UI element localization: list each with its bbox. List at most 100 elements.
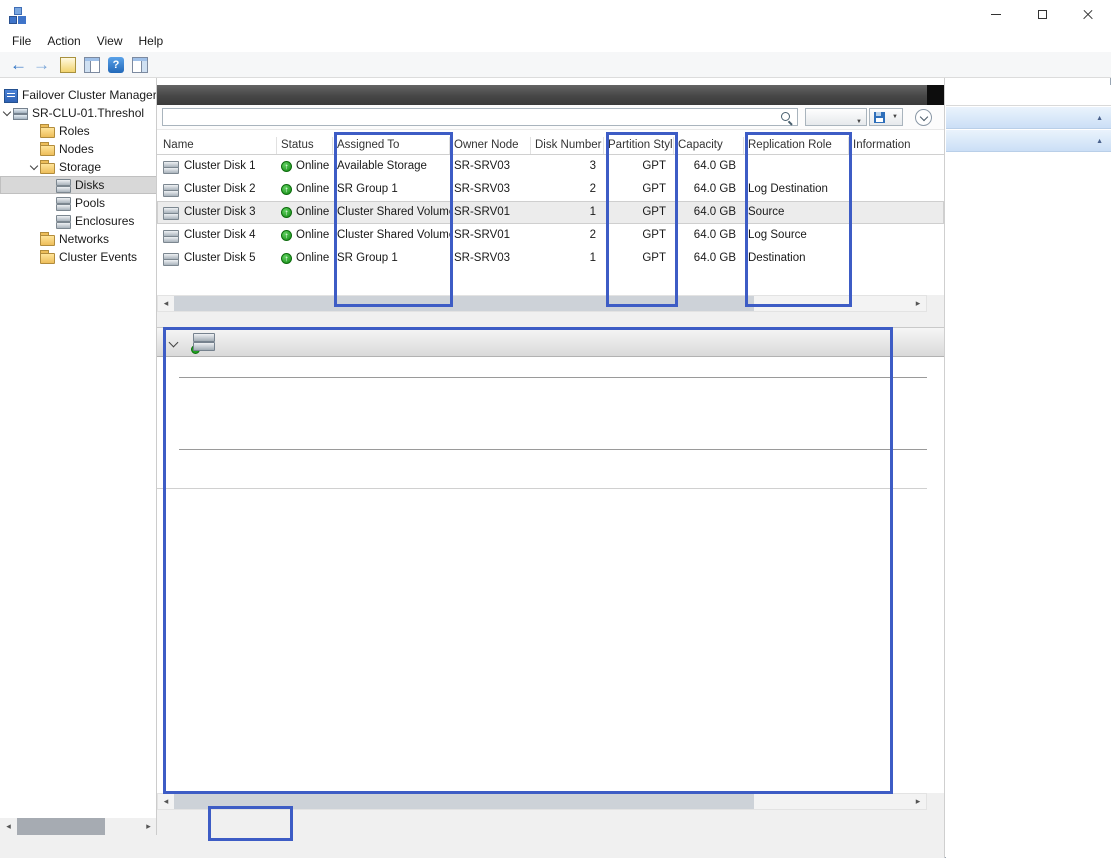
collapse-section-icon[interactable]: ▲ bbox=[1096, 107, 1103, 130]
column-header[interactable]: Information bbox=[849, 137, 941, 154]
tree-item[interactable]: Enclosures bbox=[0, 212, 156, 230]
disks-table-header[interactable]: Name Status Assigned To Owner Node Disk Numb… bbox=[157, 137, 944, 155]
scrollbar-thumb[interactable] bbox=[174, 296, 754, 311]
cell-assigned-to: Cluster Shared Volume bbox=[337, 206, 450, 218]
minimize-button[interactable] bbox=[973, 0, 1019, 29]
column-header[interactable]: Name bbox=[157, 137, 277, 154]
pane-title-corner bbox=[927, 85, 944, 105]
tree-expand-chevron-icon[interactable] bbox=[3, 108, 13, 118]
help-icon[interactable]: ? bbox=[108, 57, 124, 73]
scroll-right-icon[interactable]: ▸ bbox=[910, 296, 926, 311]
app-icon bbox=[9, 7, 25, 24]
detail-table-header[interactable] bbox=[157, 471, 927, 489]
tree-horizontal-scrollbar[interactable]: ◂ ▸ bbox=[0, 818, 156, 835]
cell-replication-role: Destination bbox=[748, 252, 806, 264]
scroll-left-icon[interactable]: ◂ bbox=[158, 794, 174, 809]
column-header[interactable]: Capacity bbox=[674, 137, 744, 154]
scroll-right-icon[interactable]: ▸ bbox=[140, 818, 156, 835]
queries-button[interactable]: ▼ bbox=[805, 108, 867, 126]
tree-item[interactable]: Cluster Events bbox=[0, 248, 156, 266]
forward-icon[interactable]: → bbox=[33, 53, 50, 77]
search-input[interactable] bbox=[163, 109, 797, 125]
column-header[interactable]: Replication Role bbox=[744, 137, 849, 154]
detail-panel bbox=[157, 357, 944, 793]
table-row[interactable]: Cluster Disk 2 Online SR Group 1 SR-SRV0… bbox=[157, 178, 944, 201]
cell-owner-node: SR-SRV03 bbox=[454, 183, 511, 195]
tree-item[interactable]: Roles bbox=[0, 122, 156, 140]
actions-pane: ▲ ▲ bbox=[946, 85, 1111, 858]
table-row[interactable]: Cluster Disk 5 Online SR Group 1 SR-SRV0… bbox=[157, 247, 944, 270]
column-header[interactable]: Status bbox=[277, 137, 333, 154]
cell-name: Cluster Disk 5 bbox=[157, 247, 277, 270]
scroll-right-icon[interactable]: ▸ bbox=[910, 794, 926, 809]
collapse-filter-button[interactable] bbox=[915, 109, 932, 126]
cell-status: Online bbox=[277, 224, 333, 247]
divider bbox=[179, 449, 927, 450]
table-row[interactable]: Cluster Disk 1 Online Available Storage … bbox=[157, 155, 944, 178]
table-row[interactable]: Cluster Disk 3 Online Cluster Shared Vol… bbox=[157, 201, 944, 224]
tree-item-icon bbox=[56, 178, 71, 193]
cell-capacity: 64.0 GB bbox=[693, 229, 736, 241]
save-query-button[interactable]: ▼ bbox=[869, 108, 903, 126]
close-button[interactable] bbox=[1065, 0, 1111, 29]
list-horizontal-scrollbar[interactable]: ◂ ▸ bbox=[157, 295, 927, 312]
show-console-tree-icon[interactable] bbox=[84, 57, 100, 73]
cell-owner-node: SR-SRV01 bbox=[454, 229, 511, 241]
cell-capacity: 64.0 GB bbox=[693, 160, 736, 172]
tree-item[interactable]: Disks bbox=[0, 176, 156, 194]
column-header[interactable]: Owner Node bbox=[450, 137, 531, 154]
cell-disk-number: 2 bbox=[589, 229, 596, 241]
column-header[interactable]: Disk Number bbox=[531, 137, 604, 154]
divider bbox=[179, 377, 927, 378]
tree-item[interactable]: Failover Cluster Manager bbox=[0, 86, 156, 104]
scrollbar-thumb[interactable] bbox=[17, 818, 105, 835]
detail-panel-header[interactable] bbox=[157, 327, 944, 357]
column-header[interactable]: Partition Style bbox=[604, 137, 674, 154]
cell-information bbox=[849, 178, 941, 201]
maximize-button[interactable] bbox=[1019, 0, 1065, 29]
search-box[interactable] bbox=[162, 108, 798, 126]
online-badge-icon bbox=[191, 345, 200, 354]
status-icon bbox=[281, 184, 292, 195]
menu-item[interactable]: Action bbox=[39, 30, 88, 52]
minimize-icon bbox=[991, 14, 1001, 15]
menu-item[interactable]: File bbox=[4, 30, 39, 52]
tree-item[interactable]: Storage bbox=[0, 158, 156, 176]
back-icon[interactable]: ← bbox=[10, 53, 27, 77]
cell-disk-number: 1 bbox=[589, 206, 596, 218]
maximize-icon bbox=[1037, 10, 1047, 19]
cell-capacity: 64.0 GB bbox=[693, 252, 736, 264]
export-list-icon[interactable] bbox=[60, 57, 76, 73]
pane-divider bbox=[944, 78, 945, 858]
scrollbar-thumb[interactable] bbox=[174, 794, 754, 809]
disk-icon bbox=[163, 206, 179, 220]
collapse-section-icon[interactable]: ▲ bbox=[1096, 130, 1103, 153]
cell-replication-role: Log Source bbox=[748, 229, 807, 241]
cell-capacity: 64.0 GB bbox=[693, 206, 736, 218]
collapse-details-chevron-icon[interactable] bbox=[169, 338, 179, 348]
scroll-left-icon[interactable]: ◂ bbox=[0, 818, 17, 835]
actions-section-cluster-disk-3[interactable]: ▲ bbox=[946, 129, 1111, 152]
actions-section-disks[interactable]: ▲ bbox=[946, 106, 1111, 129]
tree-item-label: Enclosures bbox=[75, 214, 135, 228]
table-row[interactable]: Cluster Disk 4 Online Cluster Shared Vol… bbox=[157, 224, 944, 247]
menu-item[interactable]: Help bbox=[131, 30, 172, 52]
detail-horizontal-scrollbar[interactable]: ◂ ▸ bbox=[157, 793, 927, 810]
column-header[interactable]: Assigned To bbox=[333, 137, 450, 154]
tree-item[interactable]: Nodes bbox=[0, 140, 156, 158]
disk-icon bbox=[163, 252, 179, 266]
tree-item-label: Disks bbox=[75, 178, 105, 192]
tree-item[interactable]: Pools bbox=[0, 194, 156, 212]
cell-name: Cluster Disk 3 bbox=[157, 201, 277, 224]
scroll-left-icon[interactable]: ◂ bbox=[158, 296, 174, 311]
tree-expand-chevron-icon[interactable] bbox=[30, 162, 40, 172]
pane-title-bar bbox=[157, 85, 944, 105]
actions-title bbox=[946, 85, 1111, 106]
menu-item[interactable]: View bbox=[89, 30, 131, 52]
tree-item[interactable]: Networks bbox=[0, 230, 156, 248]
tree-item-label: Networks bbox=[59, 232, 110, 246]
tree-item[interactable]: SR-CLU-01.Threshol bbox=[0, 104, 156, 122]
show-action-pane-icon[interactable] bbox=[132, 57, 148, 73]
search-icon bbox=[781, 112, 792, 123]
chevron-down-icon: ▼ bbox=[892, 114, 898, 120]
